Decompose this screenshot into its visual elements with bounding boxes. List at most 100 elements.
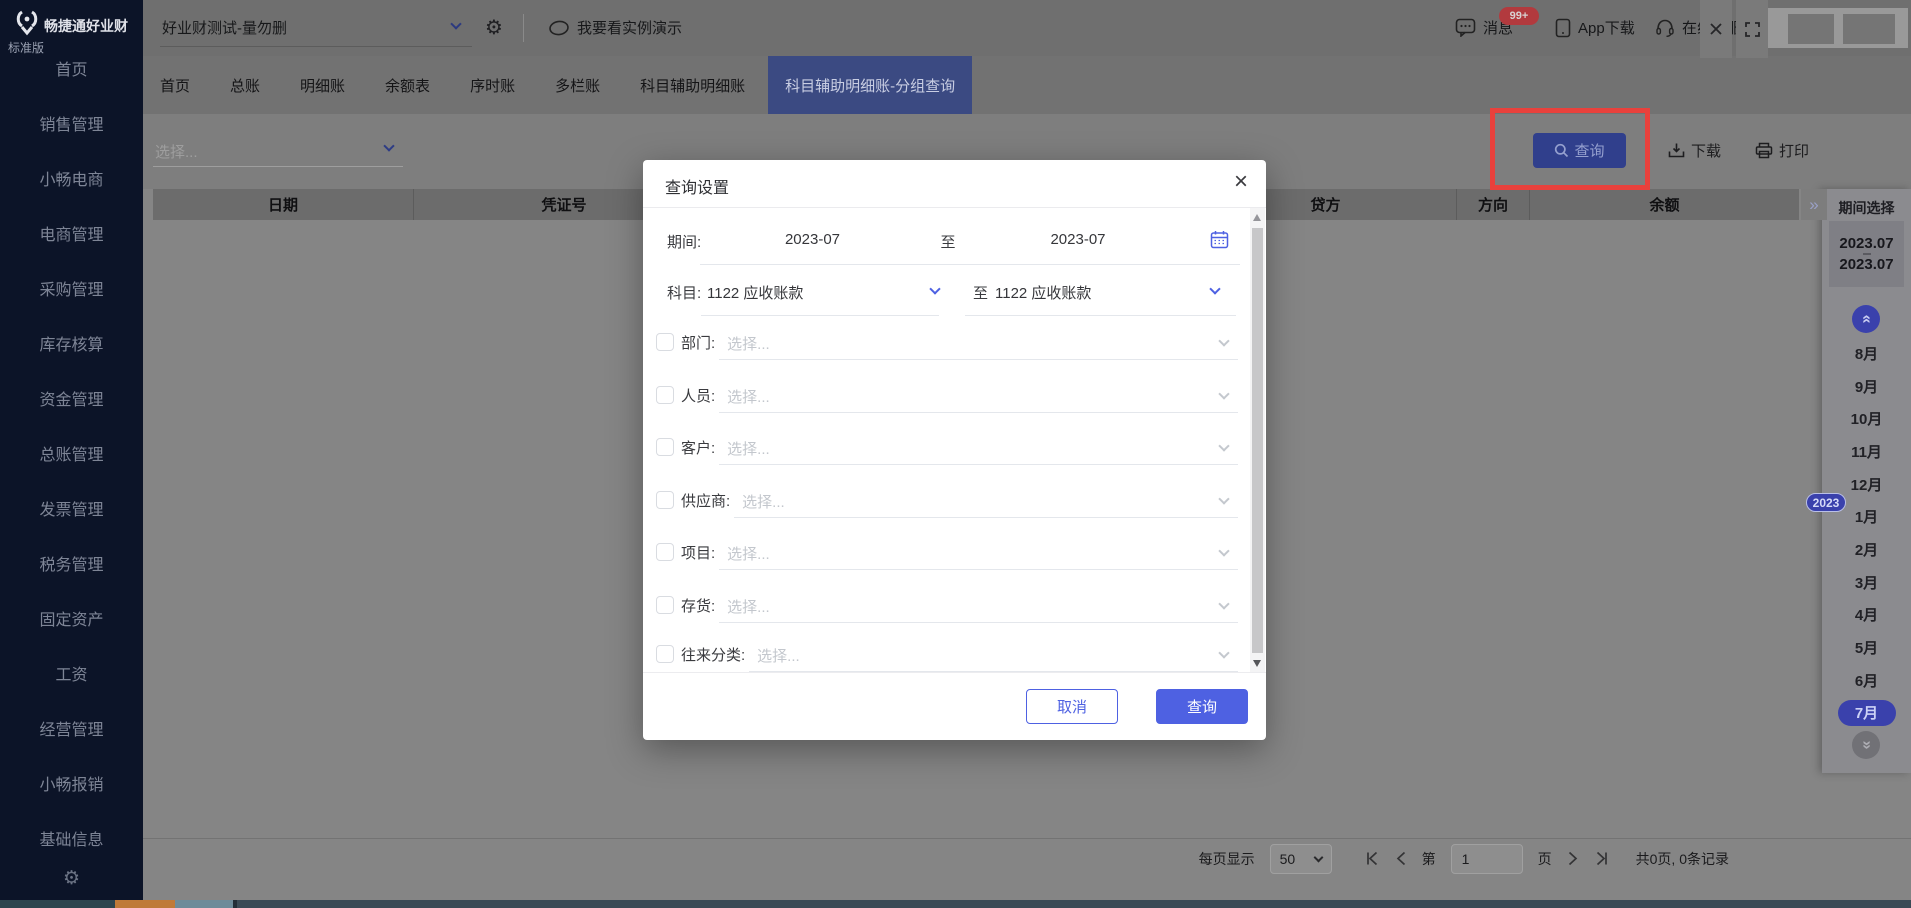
dialog-filter-rows: 部门: 选择... 人员: 选择... 客户: 选择... 供应商: 选择...…	[643, 160, 1266, 672]
month-item[interactable]: 2月	[1822, 533, 1911, 566]
sidebar-item[interactable]: 销售管理	[0, 95, 143, 150]
month-item[interactable]: 3月	[1822, 566, 1911, 599]
month-item[interactable]: 5月	[1822, 631, 1911, 664]
sidebar-item-label: 固定资产	[39, 611, 104, 629]
scroll-months-up-button[interactable]: »	[1852, 305, 1880, 333]
demo-link[interactable]: 我要看实例演示	[548, 17, 682, 38]
first-page-button[interactable]	[1365, 851, 1380, 866]
panel-collapse-icon[interactable]: »	[1801, 189, 1827, 220]
dialog-filter-row: 客户: 选择...	[656, 429, 1238, 465]
tab[interactable]: 多栏账 ×	[538, 56, 617, 114]
checkbox[interactable]	[656, 491, 674, 509]
dialog-footer: 取消 查询	[643, 672, 1266, 740]
filter-row-select[interactable]: 选择...	[719, 324, 1238, 360]
tab[interactable]: 首页 ×	[143, 56, 207, 114]
sidebar-item[interactable]: 资金管理	[0, 370, 143, 425]
period-range-box[interactable]: 2023.07 2023.07	[1829, 221, 1904, 287]
scroll-months-down-button[interactable]: »	[1852, 731, 1880, 759]
sidebar-item-label: 首页	[55, 61, 88, 79]
scrollbar-thumb[interactable]	[1252, 228, 1263, 653]
checkbox[interactable]	[656, 543, 674, 561]
sidebar-item[interactable]: 固定资产	[0, 590, 143, 645]
confirm-query-button[interactable]: 查询	[1156, 689, 1248, 724]
account-switcher[interactable]: 好业财测试-量勿删	[160, 10, 472, 47]
sidebar-item[interactable]: 小畅报销	[0, 755, 143, 810]
sidebar-item[interactable]: 库存核算	[0, 315, 143, 370]
sidebar: 首页 销售管理 小畅电商 电商管理 采购管理 库存核算 资金管理 总账管理 发票…	[0, 0, 143, 900]
fullscreen-icon[interactable]	[1736, 0, 1768, 58]
sidebar-item[interactable]: 经营管理	[0, 700, 143, 755]
filter-row-select[interactable]: 选择...	[734, 482, 1238, 518]
sidebar-item[interactable]: 总账管理	[0, 425, 143, 480]
user-account-redacted[interactable]	[1760, 8, 1908, 48]
month-item[interactable]: 7月	[1822, 697, 1911, 730]
download-button[interactable]: 下载	[1668, 140, 1721, 161]
tab[interactable]: 科目辅助明细账 ×	[623, 56, 762, 114]
sidebar-item[interactable]: 税务管理	[0, 535, 143, 590]
sidebar-item[interactable]: 采购管理	[0, 260, 143, 315]
print-button[interactable]: 打印	[1755, 140, 1809, 161]
sidebar-settings-gear-icon[interactable]: ⚙	[0, 867, 143, 890]
month-item[interactable]: 4月	[1822, 599, 1911, 632]
dialog-filter-row: 部门: 选择...	[656, 324, 1238, 360]
filter-row-select[interactable]: 选择...	[719, 377, 1238, 413]
select-placeholder: 选择...	[727, 336, 770, 353]
filter-row-label: 部门:	[681, 334, 716, 352]
strip-segment	[0, 900, 115, 908]
dialog-scrollbar[interactable]	[1250, 208, 1265, 672]
printer-icon	[1755, 142, 1773, 159]
per-page-select[interactable]: 50	[1269, 843, 1332, 874]
tab[interactable]: 序时账 ×	[453, 56, 532, 114]
chevron-down-icon	[1218, 493, 1230, 505]
tab[interactable]: 总账 ×	[213, 56, 277, 114]
last-page-button[interactable]	[1594, 851, 1609, 866]
checkbox[interactable]	[656, 386, 674, 404]
app-download-link[interactable]: App下载	[1555, 17, 1635, 38]
month-item[interactable]: 6月	[1822, 664, 1911, 697]
checkbox[interactable]	[656, 438, 674, 456]
select-placeholder: 选择...	[727, 441, 770, 458]
period-range-from: 2023.07	[1839, 235, 1894, 252]
month-item[interactable]: 10月	[1822, 402, 1911, 435]
tab[interactable]: 科目辅助明细账-分组查询 ×	[768, 56, 973, 114]
checkbox[interactable]	[656, 333, 674, 351]
filter-row-select[interactable]: 选择...	[749, 636, 1238, 672]
filter-row-label: 存货:	[681, 597, 716, 615]
checkbox[interactable]	[656, 596, 674, 614]
column-header-balance[interactable]: 余额	[1529, 189, 1799, 220]
sidebar-item-label: 销售管理	[39, 116, 104, 134]
sidebar-item[interactable]: 发票管理	[0, 480, 143, 535]
query-button[interactable]: 查询	[1533, 133, 1626, 168]
group-filter-select[interactable]: 选择...	[153, 133, 403, 167]
column-header-date[interactable]: 日期	[153, 189, 414, 220]
sidebar-item[interactable]: 首页	[0, 56, 143, 95]
tab[interactable]: 明细账 ×	[283, 56, 362, 114]
tab[interactable]: 余额表 ×	[368, 56, 447, 114]
filter-row-select[interactable]: 选择...	[719, 429, 1238, 465]
sidebar-item[interactable]: 小畅电商	[0, 150, 143, 205]
tab-label: 科目辅助明细账-分组查询	[785, 77, 956, 95]
month-item[interactable]: 9月	[1822, 370, 1911, 403]
page-number-input[interactable]: 1	[1450, 843, 1523, 874]
prev-page-button[interactable]	[1395, 851, 1407, 866]
download-label: 下载	[1691, 143, 1722, 160]
filter-row-select[interactable]: 选择...	[719, 534, 1238, 570]
settings-gear-icon[interactable]: ⚙	[485, 15, 503, 40]
filter-row-select[interactable]: 选择...	[719, 587, 1238, 623]
scroll-up-arrow-icon[interactable]	[1253, 214, 1261, 221]
month-item[interactable]: 11月	[1822, 435, 1911, 468]
close-all-tabs-icon[interactable]	[1700, 0, 1732, 58]
month-item[interactable]: 8月	[1822, 337, 1911, 370]
scroll-down-arrow-icon[interactable]	[1253, 660, 1261, 667]
select-placeholder: 选择...	[727, 389, 770, 406]
app-download-label: App下载	[1578, 20, 1635, 37]
filter-row-label: 客户:	[681, 439, 716, 457]
column-header-direction[interactable]: 方向	[1456, 189, 1529, 220]
sidebar-item[interactable]: 工资	[0, 645, 143, 700]
sidebar-item[interactable]: 电商管理	[0, 205, 143, 260]
checkbox[interactable]	[656, 645, 674, 663]
cancel-button[interactable]: 取消	[1026, 689, 1118, 724]
month-label: 8月	[1854, 345, 1879, 363]
next-page-button[interactable]	[1567, 851, 1579, 866]
sidebar-item[interactable]: 基础信息	[0, 810, 143, 852]
